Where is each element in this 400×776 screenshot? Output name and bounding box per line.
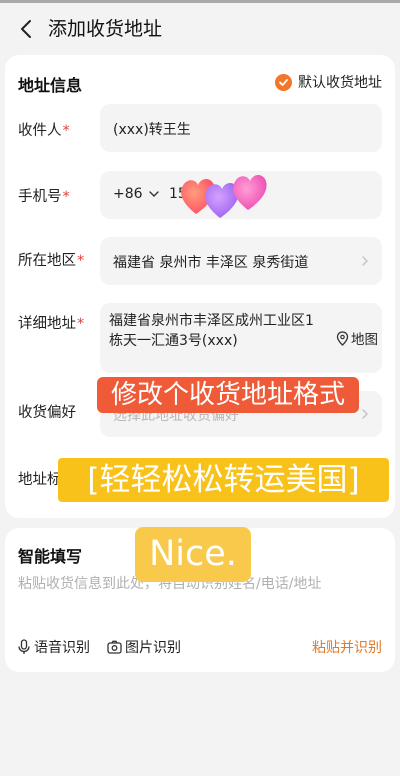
section-title-address: 地址信息 (18, 76, 83, 95)
microphone-icon (18, 639, 30, 654)
region-select[interactable]: 福建省 泉州市 丰泽区 泉秀街道 (100, 237, 382, 285)
paste-recognize-button[interactable]: 粘贴并识别 (312, 637, 382, 657)
section-title-smart-fill: 智能填写 (18, 547, 83, 566)
address-info-card: 地址信息 默认收货地址 收件人* (xxx)转王生 手机号* +86 153 所… (5, 55, 395, 518)
default-address-toggle[interactable]: 默认收货地址 (275, 72, 382, 92)
header: 添加收货地址 (0, 3, 400, 55)
map-label: 地图 (351, 332, 378, 348)
hearts-sticker-icon (181, 175, 267, 218)
detail-label: 详细地址* (18, 316, 85, 332)
voice-recognize-button[interactable]: 语音识别 (17, 637, 90, 657)
smart-fill-actions: 语音识别 图片识别 粘贴并识别 (5, 637, 395, 659)
check-icon (275, 73, 292, 91)
preference-label: 收货偏好 (18, 405, 76, 421)
photo-recognize-button[interactable]: 图片识别 (107, 637, 181, 657)
country-code: +86 (113, 186, 143, 202)
overlay-banner-nice: Nice. (135, 527, 251, 582)
country-code-select[interactable]: +86 (113, 186, 159, 202)
recipient-input[interactable]: (xxx)转王生 (100, 104, 382, 152)
chevron-right-icon (362, 409, 368, 419)
location-pin-icon (336, 330, 349, 346)
page-title: 添加收货地址 (48, 18, 163, 40)
recipient-label: 收件人* (18, 123, 70, 139)
chevron-down-icon (148, 191, 159, 197)
chevron-left-icon (21, 20, 31, 38)
back-button[interactable] (14, 17, 38, 41)
region-label: 所在地区* (18, 253, 85, 269)
region-value: 福建省 泉州市 丰泽区 泉秀街道 (113, 255, 309, 271)
detail-address-input[interactable]: 福建省泉州市丰泽区成州工业区1 栋天一汇通3号(xxx) 地图 (100, 303, 382, 373)
overlay-banner-edit-format: 修改个收货地址格式 (97, 377, 359, 413)
map-button[interactable]: 地图 (336, 328, 378, 348)
default-address-label: 默认收货地址 (298, 75, 382, 91)
overlay-banner-ship-usa: [轻轻松松转运美国] (58, 458, 389, 502)
phone-label: 手机号* (18, 189, 70, 205)
detail-line2: 栋天一汇通3号(xxx) (109, 333, 238, 349)
detail-line1: 福建省泉州市丰泽区成州工业区1 (109, 313, 314, 329)
recipient-value: (xxx)转王生 (113, 122, 191, 138)
camera-icon (107, 640, 122, 654)
chevron-right-icon (362, 256, 368, 266)
